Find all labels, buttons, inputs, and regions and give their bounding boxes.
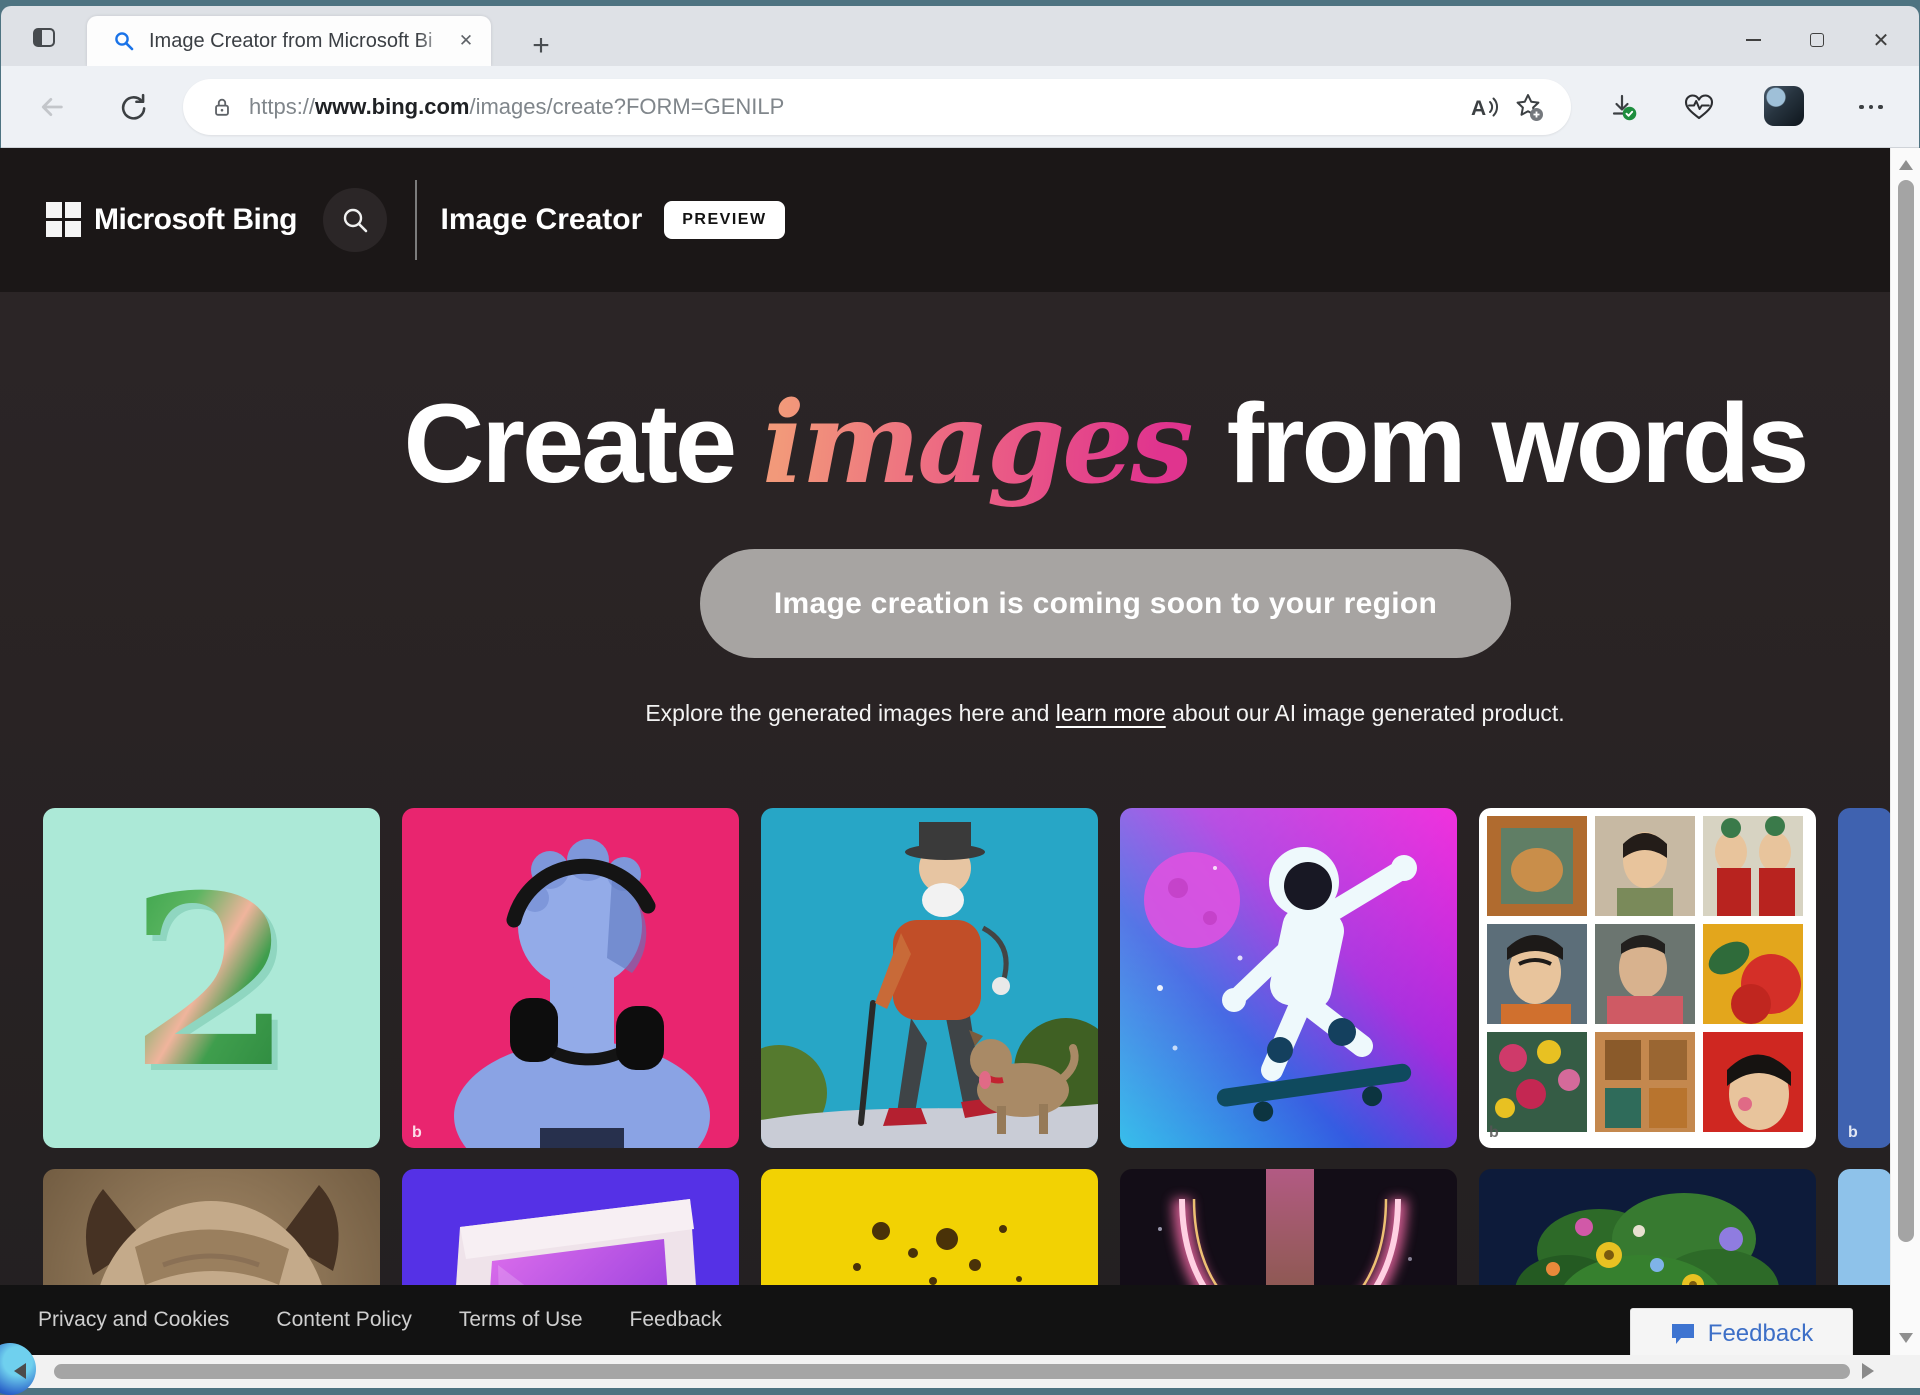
favorites-add-button[interactable] [1507, 85, 1551, 129]
vertical-scrollbar-thumb[interactable] [1898, 180, 1914, 1242]
svg-text:A: A [1471, 97, 1486, 120]
headline-images-word: images [762, 378, 1198, 509]
footer-link-terms[interactable]: Terms of Use [459, 1308, 583, 1332]
refresh-icon [118, 93, 146, 121]
scroll-left-arrow-icon[interactable] [14, 1363, 26, 1379]
url-path: /images/create?FORM=GENILP [469, 94, 784, 119]
feedback-bubble-icon [1670, 1322, 1696, 1346]
headline-pre: Create [404, 381, 763, 506]
browser-toolbar: https://www.bing.com/images/create?FORM=… [1, 66, 1919, 148]
brand-name[interactable]: Microsoft Bing [94, 203, 297, 237]
region-notice-pill: Image creation is coming soon to your re… [700, 549, 1511, 658]
browser-tab[interactable]: Image Creator from Microsoft Bi ✕ [87, 16, 491, 66]
microsoft-logo-icon [46, 202, 82, 238]
read-aloud-icon: A [1469, 94, 1501, 120]
downloads-button[interactable] [1601, 85, 1645, 129]
header-search-button[interactable] [323, 188, 387, 252]
heart-pulse-icon [1683, 92, 1715, 122]
url-host: www.bing.com [315, 94, 469, 119]
gallery-image-leafy-number-2[interactable]: 2 2 [43, 808, 380, 1148]
gallery-image-astronaut-skateboard[interactable] [1120, 808, 1457, 1148]
tab-strip: Image Creator from Microsoft Bi ✕ + ✕ [1, 6, 1919, 66]
minimize-button[interactable] [1721, 12, 1785, 68]
address-bar[interactable]: https://www.bing.com/images/create?FORM=… [183, 79, 1571, 135]
explore-pre: Explore the generated images here and [645, 700, 1055, 726]
header-divider [415, 180, 417, 260]
footer-link-content-policy[interactable]: Content Policy [276, 1308, 411, 1332]
headline-post: from words [1199, 381, 1807, 506]
tab-close-icon[interactable]: ✕ [451, 26, 481, 56]
feedback-button[interactable]: Feedback [1630, 1308, 1853, 1360]
footer-link-feedback[interactable]: Feedback [630, 1308, 722, 1332]
preview-badge: PREVIEW [664, 201, 784, 239]
ellipsis-icon [1859, 105, 1883, 110]
bing-watermark: b [1489, 1124, 1499, 1142]
profile-avatar[interactable] [1764, 86, 1804, 126]
refresh-button[interactable] [111, 86, 153, 128]
gallery-row-1: 2 2 b [43, 808, 1890, 1148]
tab-actions-icon [33, 28, 55, 47]
close-window-button[interactable]: ✕ [1849, 12, 1913, 68]
url-text: https://www.bing.com/images/create?FORM=… [249, 94, 784, 120]
feedback-button-label: Feedback [1708, 1320, 1813, 1348]
tab-title: Image Creator from Microsoft Bi [149, 30, 451, 53]
scroll-down-arrow-icon[interactable] [1899, 1333, 1913, 1343]
hero-headline: Create images from words [404, 378, 1807, 509]
gallery-image-portrait-collage[interactable]: b [1479, 808, 1816, 1148]
star-add-icon [1514, 92, 1544, 122]
site-header: Microsoft Bing Image Creator PREVIEW [0, 148, 1920, 292]
explore-text: Explore the generated images here and le… [645, 700, 1564, 727]
settings-menu-button[interactable] [1849, 85, 1893, 129]
maximize-button[interactable] [1785, 12, 1849, 68]
bing-watermark: b [1848, 1124, 1858, 1142]
window-controls: ✕ [1721, 12, 1913, 72]
horizontal-scrollbar[interactable] [0, 1355, 1920, 1388]
download-icon [1608, 92, 1638, 122]
vertical-scrollbar[interactable] [1890, 148, 1920, 1355]
learn-more-link[interactable]: learn more [1056, 700, 1166, 726]
svg-text:2: 2 [129, 844, 293, 1120]
lock-icon [211, 95, 233, 119]
search-icon [340, 205, 370, 235]
back-arrow-icon [38, 93, 66, 121]
bing-watermark: b [412, 1124, 422, 1142]
gallery-image-blue-partial[interactable]: b [1838, 808, 1890, 1148]
region-notice-text: Image creation is coming soon to your re… [774, 587, 1437, 621]
scroll-up-arrow-icon[interactable] [1899, 160, 1913, 170]
back-button[interactable] [31, 86, 73, 128]
read-aloud-button[interactable]: A [1463, 85, 1507, 129]
tab-favicon-search-icon [113, 30, 135, 52]
scroll-right-arrow-icon[interactable] [1862, 1363, 1874, 1379]
url-scheme: https:// [249, 94, 315, 119]
tab-actions-menu-button[interactable] [25, 19, 63, 55]
page-content: Microsoft Bing Image Creator PREVIEW Cre… [0, 148, 1920, 1388]
product-title: Image Creator [441, 203, 643, 237]
horizontal-scrollbar-thumb[interactable] [54, 1364, 1850, 1379]
browser-essentials-button[interactable] [1677, 85, 1721, 129]
gallery-image-old-man-walking-dog[interactable] [761, 808, 1098, 1148]
explore-post: about our AI image generated product. [1166, 700, 1565, 726]
minimize-icon [1746, 39, 1761, 41]
close-icon: ✕ [1873, 28, 1890, 53]
maximize-icon [1810, 33, 1824, 47]
gallery-image-statue-headphones[interactable]: b [402, 808, 739, 1148]
new-tab-button[interactable]: + [523, 28, 559, 64]
footer-link-privacy[interactable]: Privacy and Cookies [38, 1308, 229, 1332]
